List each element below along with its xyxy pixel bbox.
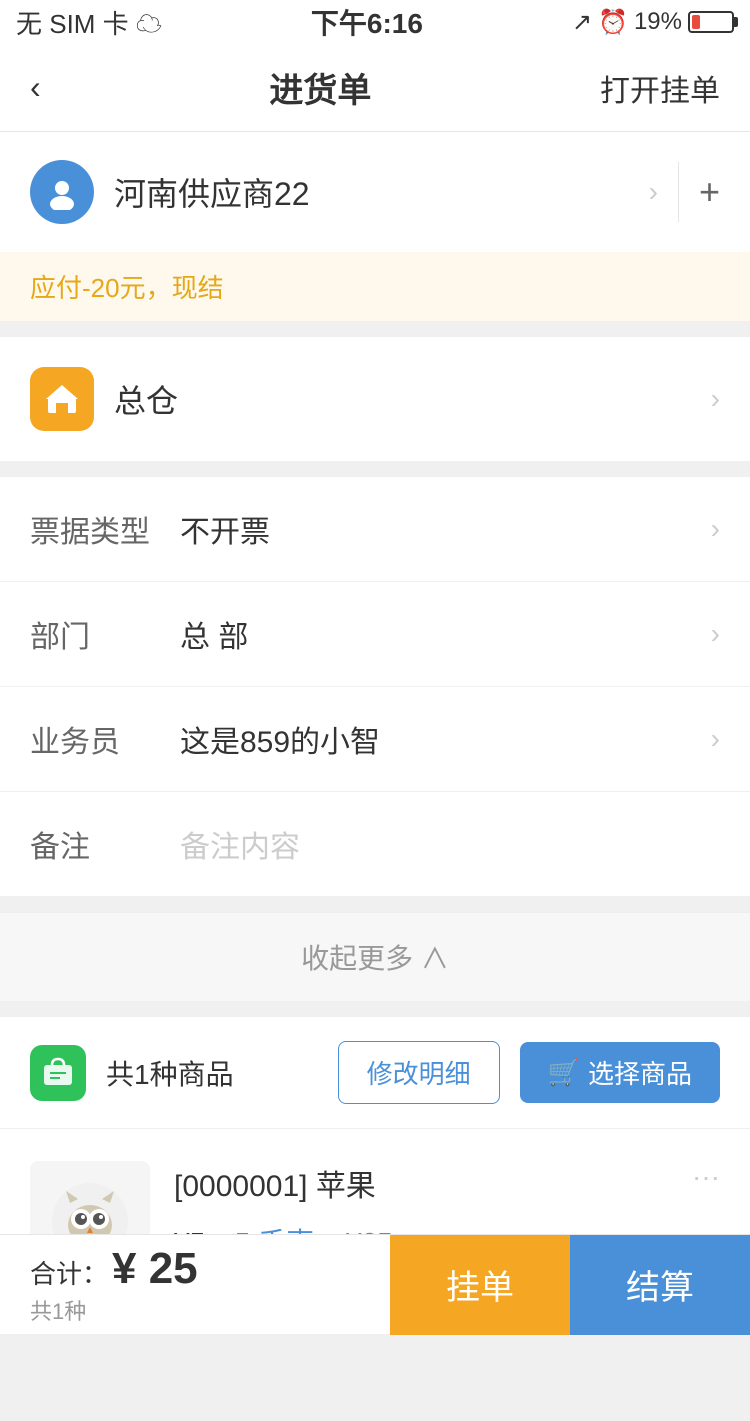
hang-order-button[interactable]: 挂单 [390,1235,570,1335]
battery-icon [688,11,734,33]
total-count: 共1种 [30,1294,360,1326]
select-products-button[interactable]: 🛒 选择商品 [520,1042,720,1103]
divider [678,162,679,222]
footer-total: 合计： ¥ 25 共1种 [0,1244,390,1326]
nav-bar: ‹ 进货单 打开挂单 [0,44,750,132]
remark-value[interactable]: 备注内容 [180,822,720,866]
alarm-icon: ⏰ [598,8,628,37]
invoice-type-value: 不开票 [180,507,711,551]
product-more-button[interactable]: ··· [692,1161,720,1193]
chevron-right-icon: › [711,618,720,650]
warehouse-section: 总仓 › [0,337,750,461]
department-label: 部门 [30,612,170,656]
invoice-type-label: 票据类型 [30,507,170,551]
battery-percent: 19% [634,8,682,36]
open-pending-button[interactable]: 打开挂单 [600,66,720,110]
warehouse-name: 总仓 [114,376,711,422]
product-name: [0000001] 苹果 [174,1161,668,1205]
cart-icon: 🛒 [548,1057,580,1088]
department-row[interactable]: 部门 总 部 › [0,582,750,687]
products-header: 共1种商品 修改明细 🛒 选择商品 [0,1017,750,1129]
supplier-notice: 应付-20元，现结 [0,252,750,321]
supplier-avatar [30,160,94,224]
status-bar: 无 SIM 卡 ☁ 下午6:16 ↗ ⏰ 19% [0,0,750,44]
salesperson-label: 业务员 [30,717,170,761]
warehouse-icon [30,367,94,431]
products-count: 共1种商品 [106,1053,318,1093]
collapse-bar[interactable]: 收起更多 ∧ [0,912,750,1001]
product-code: [0000001] [174,1170,307,1203]
total-amount: ¥ 25 [112,1244,198,1294]
chevron-right-icon: › [649,176,658,208]
sim-status: 无 SIM 卡 ☁ [16,4,162,41]
add-supplier-button[interactable]: + [699,171,720,213]
total-label: 合计： [30,1254,108,1291]
status-left: 无 SIM 卡 ☁ [16,4,162,41]
product-title: 苹果 [316,1170,376,1203]
location-icon: ↗ [572,8,592,37]
form-section: 票据类型 不开票 › 部门 总 部 › 业务员 这是859的小智 › 备注 备注… [0,477,750,896]
supplier-section: 河南供应商22 › + 应付-20元，现结 [0,132,750,321]
warehouse-row[interactable]: 总仓 › [0,337,750,461]
products-icon [30,1045,86,1101]
supplier-name: 河南供应商22 [114,169,649,215]
chevron-right-icon: › [711,723,720,755]
chevron-right-icon: › [711,513,720,545]
remark-row[interactable]: 备注 备注内容 [0,792,750,896]
salesperson-row[interactable]: 业务员 这是859的小智 › [0,687,750,792]
chevron-right-icon: › [711,383,720,415]
supplier-row[interactable]: 河南供应商22 › + [0,132,750,252]
settle-button[interactable]: 结算 [570,1235,750,1335]
back-button[interactable]: ‹ [30,69,41,106]
status-time: 下午6:16 [311,2,423,42]
status-right: ↗ ⏰ 19% [572,8,734,37]
footer: 合计： ¥ 25 共1种 挂单 结算 [0,1234,750,1334]
edit-details-button[interactable]: 修改明细 [338,1041,500,1104]
invoice-type-row[interactable]: 票据类型 不开票 › [0,477,750,582]
remark-label: 备注 [30,822,170,866]
department-value: 总 部 [180,612,711,656]
salesperson-value: 这是859的小智 [180,717,711,761]
page-title: 进货单 [269,63,371,112]
